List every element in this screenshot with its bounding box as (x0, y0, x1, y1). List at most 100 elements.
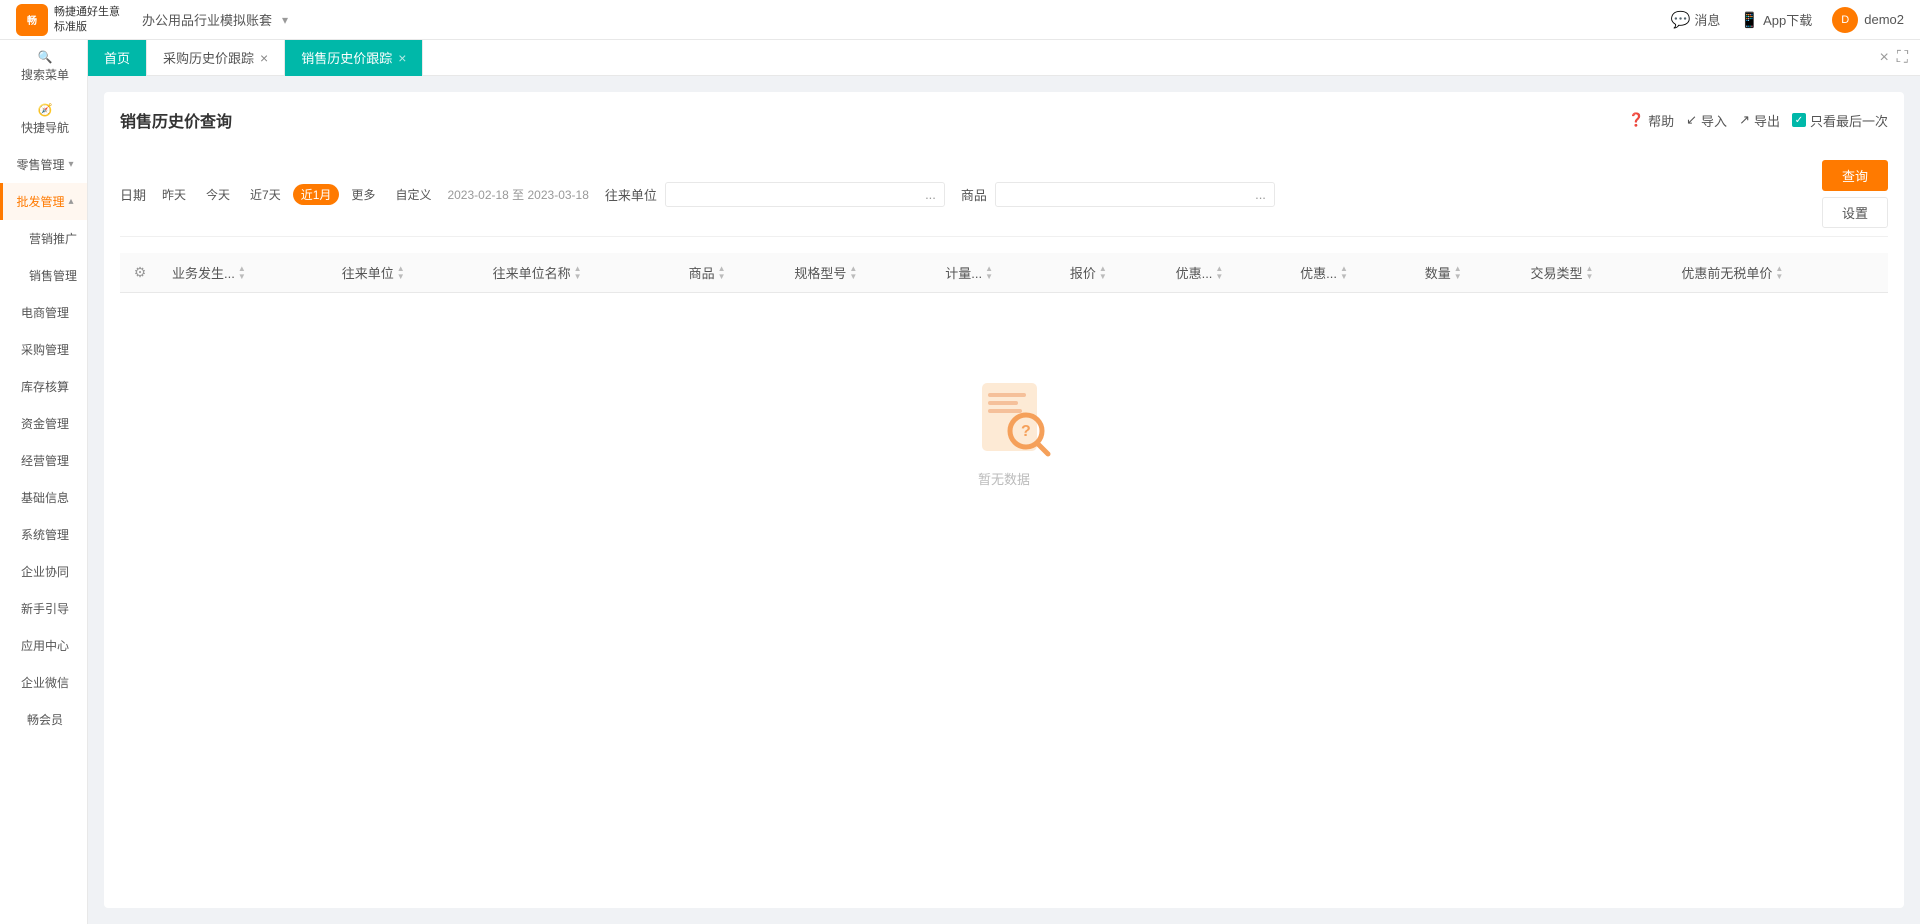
sidebar-item-enterprise-collab[interactable]: 企业协同 (0, 553, 87, 590)
partner-input-trigger[interactable]: ... (925, 187, 936, 202)
app-title: 办公用品行业模拟账套 (142, 10, 272, 29)
page-card: 销售历史价查询 ❓ 帮助 ↙ 导入 ↗ (104, 92, 1904, 908)
tab-purchase-history-close-icon[interactable]: × (260, 51, 268, 65)
table-header-row: ⚙ 业务发生... ▲▼ 往来 (120, 253, 1888, 293)
date-btn-today[interactable]: 今天 (198, 184, 238, 205)
top-bar-right: 💬 消息 📱 App下载 D demo2 (1670, 7, 1904, 33)
col-price[interactable]: 报价 ▲▼ (1058, 253, 1164, 293)
partner-filter-label: 往来单位 (605, 185, 657, 204)
col-discount1[interactable]: 优惠... ▲▼ (1164, 253, 1289, 293)
only-latest-checkbox-label[interactable]: ✓ 只看最后一次 (1792, 111, 1888, 130)
page-title-bar: 销售历史价查询 ❓ 帮助 ↙ 导入 ↗ (120, 108, 1888, 132)
sidebar-item-operations[interactable]: 经营管理 (0, 442, 87, 479)
import-btn[interactable]: ↙ 导入 (1686, 111, 1727, 130)
export-btn[interactable]: ↗ 导出 (1739, 111, 1780, 130)
sidebar-item-sales-mgmt[interactable]: 销售管理 (0, 257, 87, 294)
export-icon: ↗ (1739, 112, 1750, 128)
logo-text: 畅捷通好生意 标准版 (54, 5, 120, 34)
empty-text: 暂无数据 (978, 469, 1030, 488)
data-table: ⚙ 业务发生... ▲▼ 往来 (120, 253, 1888, 293)
date-btn-last1month[interactable]: 近1月 (293, 184, 340, 205)
sidebar-item-enterprise-wechat[interactable]: 企业微信 (0, 664, 87, 701)
sidebar-item-system-mgmt[interactable]: 系统管理 (0, 516, 87, 553)
date-btn-more[interactable]: 更多 (343, 184, 383, 205)
goods-filter-label: 商品 (961, 185, 987, 204)
goods-filter-group: 商品 ... (961, 182, 1275, 207)
sidebar-item-ecommerce[interactable]: 电商管理 (0, 294, 87, 331)
top-bar: 畅 畅捷通好生意 标准版 办公用品行业模拟账套 ▾ 💬 消息 📱 App下载 (0, 0, 1920, 40)
partner-input[interactable] (674, 187, 925, 202)
sidebar-item-member[interactable]: 畅会员 (0, 701, 87, 738)
col-pretax-price[interactable]: 优惠前无税单价 ▲▼ (1669, 253, 1888, 293)
tab-sales-history[interactable]: 销售历史价跟踪 × (285, 40, 423, 76)
top-bar-left: 畅 畅捷通好生意 标准版 办公用品行业模拟账套 ▾ (16, 4, 288, 36)
chevron-down-icon: ▾ (68, 159, 73, 170)
app-download-btn[interactable]: 📱 App下载 (1740, 10, 1812, 29)
tab-close-all-btn[interactable]: × (1879, 49, 1888, 67)
col-unit[interactable]: 计量... ▲▼ (933, 253, 1058, 293)
logo-icon: 畅 (16, 4, 48, 36)
col-discount2[interactable]: 优惠... ▲▼ (1288, 253, 1413, 293)
filter-action-btns: 查询 设置 (1822, 160, 1888, 228)
tab-sales-history-close-icon[interactable]: × (398, 51, 406, 65)
partner-input-container: ... (665, 182, 945, 207)
sidebar-item-search-menu[interactable]: 🔍 搜索菜单 (0, 40, 87, 93)
goods-input[interactable] (1004, 187, 1255, 202)
col-spec[interactable]: 规格型号 ▲▼ (782, 253, 933, 293)
tab-bar: 首页 采购历史价跟踪 × 销售历史价跟踪 × × ⛶ (88, 40, 1920, 76)
col-goods[interactable]: 商品 ▲▼ (677, 253, 783, 293)
sidebar-item-wholesale-mgmt[interactable]: 批发管理 ▴ (0, 183, 87, 220)
goods-input-trigger[interactable]: ... (1255, 187, 1266, 202)
sidebar-item-marketing[interactable]: 营销推广 (0, 220, 87, 257)
col-partner-code[interactable]: 往来单位 ▲▼ (330, 253, 481, 293)
page-title: 销售历史价查询 (120, 108, 232, 132)
date-filter-label: 日期 (120, 185, 146, 204)
msg-icon: 💬 (1670, 10, 1690, 30)
col-biz-date[interactable]: 业务发生... ▲▼ (160, 253, 330, 293)
gear-icon: ⚙ (134, 264, 147, 280)
tab-purchase-history[interactable]: 采购历史价跟踪 × (147, 40, 285, 76)
sidebar-item-purchase-mgmt[interactable]: 采购管理 (0, 331, 87, 368)
date-btn-last7days[interactable]: 近7天 (242, 184, 289, 205)
avatar: D (1832, 7, 1858, 33)
page-content: 销售历史价查询 ❓ 帮助 ↙ 导入 ↗ (88, 76, 1920, 924)
sidebar-item-capital-mgmt[interactable]: 资金管理 (0, 405, 87, 442)
sidebar-item-new-guide[interactable]: 新手引导 (0, 590, 87, 627)
col-partner-name[interactable]: 往来单位名称 ▲▼ (481, 253, 677, 293)
main-area: 🔍 搜索菜单 🧭 快捷导航 零售管理 ▾ 批发管理 ▴ 营销推广 销售管理 (0, 40, 1920, 924)
empty-state: ? 暂无数据 (120, 293, 1888, 568)
col-gear[interactable]: ⚙ (120, 253, 160, 293)
import-icon: ↙ (1686, 112, 1697, 128)
sidebar-item-quick-nav[interactable]: 🧭 快捷导航 (0, 93, 87, 146)
tab-bar-actions: × ⛶ (1879, 49, 1920, 67)
col-trade-type[interactable]: 交易类型 ▲▼ (1518, 253, 1669, 293)
query-btn[interactable]: 查询 (1822, 160, 1888, 191)
goods-input-container: ... (995, 182, 1275, 207)
help-btn[interactable]: ❓ 帮助 (1628, 111, 1674, 130)
partner-filter-group: 往来单位 ... (605, 182, 945, 207)
app-title-dropdown-icon[interactable]: ▾ (282, 13, 288, 27)
date-btn-yesterday[interactable]: 昨天 (154, 184, 194, 205)
svg-text:畅: 畅 (27, 14, 37, 27)
svg-text:?: ? (1021, 423, 1031, 440)
user-profile[interactable]: D demo2 (1832, 7, 1904, 33)
empty-illustration: ? (964, 373, 1044, 453)
phone-icon: 📱 (1740, 11, 1759, 29)
sidebar: 🔍 搜索菜单 🧭 快捷导航 零售管理 ▾ 批发管理 ▴ 营销推广 销售管理 (0, 40, 88, 924)
sidebar-item-inventory[interactable]: 库存核算 (0, 368, 87, 405)
sidebar-item-basic-info[interactable]: 基础信息 (0, 479, 87, 516)
search-icon: 🔍 (38, 50, 53, 64)
date-options: 昨天 今天 近7天 近1月 更多 自定义 (154, 184, 439, 205)
settings-btn[interactable]: 设置 (1822, 197, 1888, 228)
col-quantity[interactable]: 数量 ▲▼ (1413, 253, 1519, 293)
date-btn-custom[interactable]: 自定义 (387, 184, 439, 205)
tab-home[interactable]: 首页 (88, 40, 147, 76)
date-range-display: 2023-02-18 至 2023-03-18 (447, 186, 588, 203)
tab-expand-btn[interactable]: ⛶ (1897, 49, 1908, 67)
sidebar-item-retail-mgmt[interactable]: 零售管理 ▾ (0, 146, 87, 183)
msg-btn[interactable]: 💬 消息 (1670, 10, 1720, 30)
only-latest-checkbox-icon: ✓ (1792, 113, 1806, 127)
sidebar-item-app-center[interactable]: 应用中心 (0, 627, 87, 664)
help-icon: ❓ (1628, 112, 1644, 128)
logo-area: 畅 畅捷通好生意 标准版 (16, 4, 120, 36)
